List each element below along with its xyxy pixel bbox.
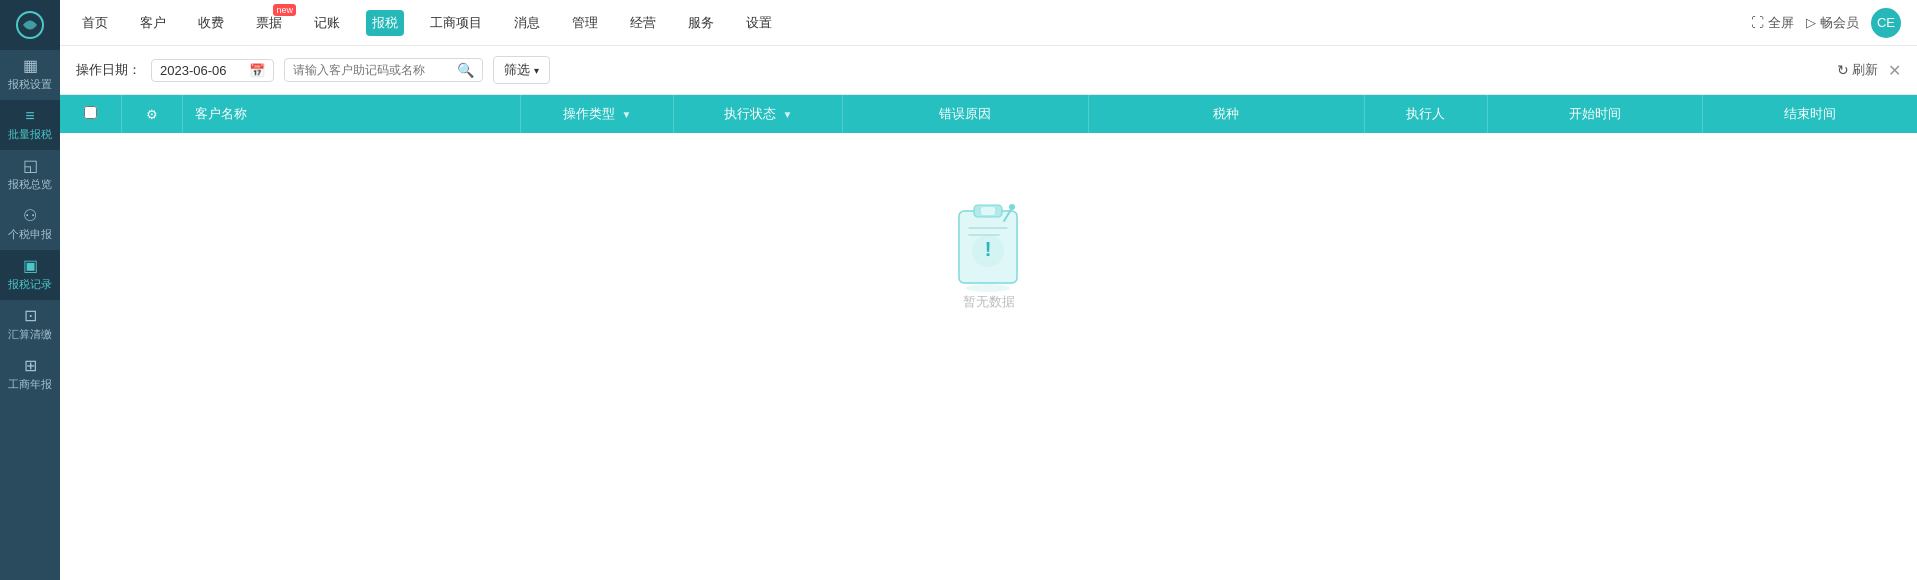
batch-tax-icon: ≡ xyxy=(25,108,34,124)
svg-point-9 xyxy=(1009,204,1015,210)
th-exec-status: 执行状态 ▼ xyxy=(674,95,843,133)
nav-operations[interactable]: 经营 xyxy=(624,10,662,36)
nav-commerce[interactable]: 工商项目 xyxy=(424,10,488,36)
empty-text: 暂无数据 xyxy=(963,293,1015,311)
th-settings[interactable]: ⚙ xyxy=(121,95,182,133)
select-all-checkbox[interactable] xyxy=(84,106,97,119)
empty-state: ! 暂无数据 xyxy=(60,133,1917,371)
tax-records-icon: ▣ xyxy=(23,258,38,274)
th-tax-type: 税种 xyxy=(1088,95,1364,133)
table-wrapper: ⚙ 客户名称 操作类型 ▼ 执行状态 ▼ xyxy=(60,95,1917,580)
date-input[interactable] xyxy=(160,63,245,78)
nav-management[interactable]: 管理 xyxy=(566,10,604,36)
annual-report-icon: ⊞ xyxy=(24,358,37,374)
nav-customer[interactable]: 客户 xyxy=(134,10,172,36)
svg-text:!: ! xyxy=(984,238,991,260)
nav-settings[interactable]: 设置 xyxy=(740,10,778,36)
empty-illustration: ! xyxy=(944,193,1034,293)
th-customer-name: 客户名称 xyxy=(183,95,521,133)
calendar-icon: 📅 xyxy=(249,63,265,78)
member-icon: ▷ xyxy=(1806,15,1816,30)
refresh-button[interactable]: ↻ 刷新 xyxy=(1837,61,1878,79)
sidebar-item-tax-settings[interactable]: ▦ 报税设置 xyxy=(0,50,60,100)
topnav-right: ⛶ 全屏 ▷ 畅会员 CE xyxy=(1751,8,1901,38)
table-header-row: ⚙ 客户名称 操作类型 ▼ 执行状态 ▼ xyxy=(60,95,1917,133)
svg-rect-3 xyxy=(981,207,995,215)
main-table: ⚙ 客户名称 操作类型 ▼ 执行状态 ▼ xyxy=(60,95,1917,371)
search-input[interactable] xyxy=(293,63,453,77)
personal-tax-icon: ⚇ xyxy=(23,208,37,224)
th-op-type: 操作类型 ▼ xyxy=(520,95,673,133)
new-badge: new xyxy=(273,4,296,17)
nav-invoice[interactable]: 票据 new xyxy=(250,10,288,36)
search-wrapper: 🔍 xyxy=(284,58,483,82)
content-area: 操作日期： 📅 🔍 筛选 ▾ ↻ 刷新 ✕ xyxy=(60,46,1917,580)
topnav-items: 首页 客户 收费 票据 new 记账 报税 工商项目 消息 管理 经营 服务 设… xyxy=(76,10,1751,36)
refresh-icon: ↻ xyxy=(1837,62,1849,78)
date-picker[interactable]: 📅 xyxy=(151,59,274,82)
close-button[interactable]: ✕ xyxy=(1888,61,1901,80)
settlement-icon: ⊡ xyxy=(24,308,37,324)
fullscreen-icon: ⛶ xyxy=(1751,15,1764,30)
user-avatar[interactable]: CE xyxy=(1871,8,1901,38)
sidebar-item-tax-records[interactable]: ▣ 报税记录 xyxy=(0,250,60,300)
tax-settings-icon: ▦ xyxy=(23,58,38,74)
nav-tax[interactable]: 报税 xyxy=(366,10,404,36)
filter-button[interactable]: 筛选 ▾ xyxy=(493,56,550,84)
sidebar-item-settlement[interactable]: ⊡ 汇算清缴 xyxy=(0,300,60,350)
sidebar-item-batch-tax[interactable]: ≡ 批量报税 xyxy=(0,100,60,150)
date-label: 操作日期： xyxy=(76,61,141,79)
th-error-reason: 错误原因 xyxy=(843,95,1089,133)
nav-messages[interactable]: 消息 xyxy=(508,10,546,36)
search-button[interactable]: 🔍 xyxy=(457,62,474,78)
settings-icon: ⚙ xyxy=(146,107,158,122)
svg-point-10 xyxy=(966,284,1010,292)
tax-overview-icon: ◱ xyxy=(23,158,38,174)
op-type-filter-icon[interactable]: ▼ xyxy=(621,109,631,120)
sidebar-item-annual-report[interactable]: ⊞ 工商年报 xyxy=(0,350,60,400)
toolbar: 操作日期： 📅 🔍 筛选 ▾ ↻ 刷新 ✕ xyxy=(60,46,1917,95)
topnav: 首页 客户 收费 票据 new 记账 报税 工商项目 消息 管理 经营 服务 设… xyxy=(60,0,1917,46)
sidebar-logo xyxy=(0,0,60,50)
chevron-down-icon: ▾ xyxy=(534,65,539,76)
sidebar: ▦ 报税设置 ≡ 批量报税 ◱ 报税总览 ⚇ 个税申报 ▣ 报税记录 ⊡ 汇算清… xyxy=(0,0,60,580)
th-end-time: 结束时间 xyxy=(1702,95,1917,133)
th-checkbox xyxy=(60,95,121,133)
nav-accounting[interactable]: 记账 xyxy=(308,10,346,36)
fullscreen-btn[interactable]: ⛶ 全屏 xyxy=(1751,14,1794,32)
main-wrapper: 首页 客户 收费 票据 new 记账 报税 工商项目 消息 管理 经营 服务 设… xyxy=(60,0,1917,580)
exec-status-filter-icon[interactable]: ▼ xyxy=(783,109,793,120)
nav-home[interactable]: 首页 xyxy=(76,10,114,36)
sidebar-item-personal-tax[interactable]: ⚇ 个税申报 xyxy=(0,200,60,250)
th-start-time: 开始时间 xyxy=(1487,95,1702,133)
nav-services[interactable]: 服务 xyxy=(682,10,720,36)
member-btn[interactable]: ▷ 畅会员 xyxy=(1806,14,1859,32)
nav-billing[interactable]: 收费 xyxy=(192,10,230,36)
th-executor: 执行人 xyxy=(1364,95,1487,133)
sidebar-item-tax-overview[interactable]: ◱ 报税总览 xyxy=(0,150,60,200)
